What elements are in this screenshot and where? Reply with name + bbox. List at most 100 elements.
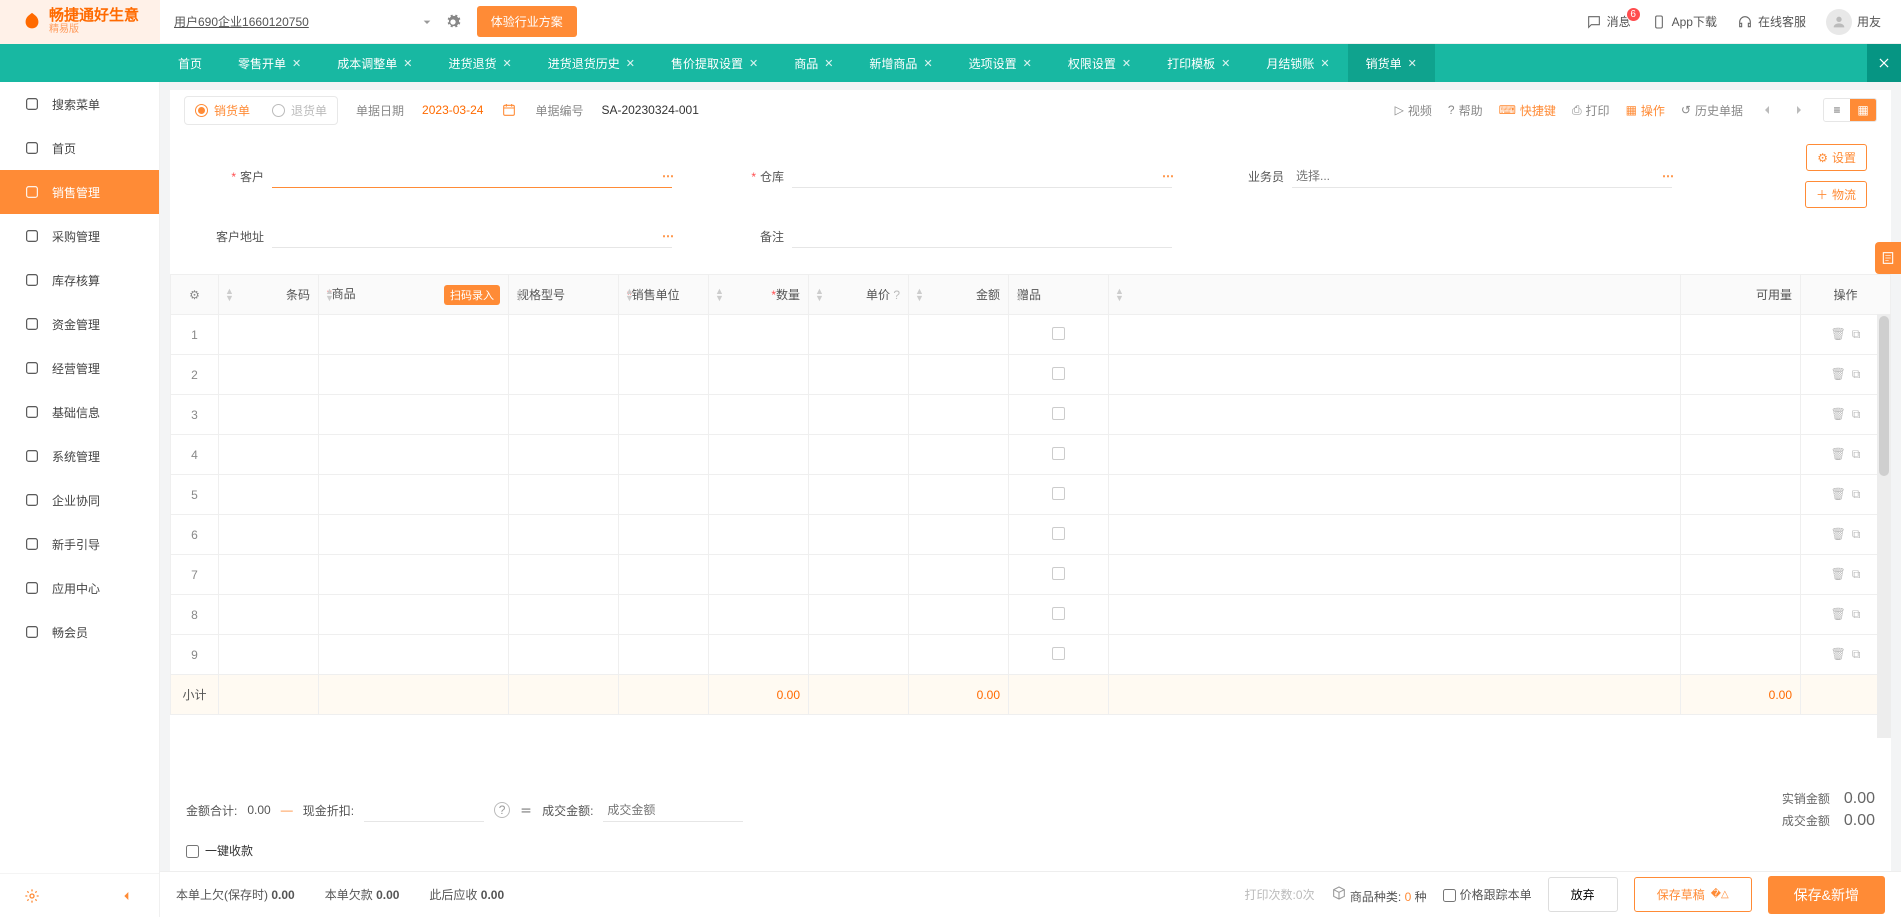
save-new-button[interactable]: 保存&新增: [1768, 876, 1885, 914]
col-qty[interactable]: ▲▼*数量: [709, 275, 809, 315]
user-menu[interactable]: 用友: [1826, 9, 1881, 35]
table-row[interactable]: 9🗑⧉: [171, 635, 1891, 675]
sidebar-item-3[interactable]: 采购管理: [0, 214, 159, 258]
help-icon[interactable]: ?: [494, 802, 510, 818]
addr-picker-icon[interactable]: ⋯: [662, 229, 674, 243]
close-icon[interactable]: ✕: [923, 57, 932, 70]
col-avail[interactable]: 可用量: [1681, 275, 1801, 315]
sidebar-item-8[interactable]: 系统管理: [0, 434, 159, 478]
copy-row-icon[interactable]: ⧉: [1852, 367, 1861, 381]
tab-3[interactable]: 进货退货✕: [430, 44, 529, 82]
close-icon[interactable]: ✕: [292, 57, 301, 70]
sales-input[interactable]: [1292, 164, 1672, 188]
remark-input[interactable]: [792, 224, 1172, 248]
copy-row-icon[interactable]: ⧉: [1852, 647, 1861, 661]
deal-amount-input[interactable]: [603, 798, 743, 822]
addr-input[interactable]: [272, 224, 672, 248]
copy-row-icon[interactable]: ⧉: [1852, 487, 1861, 501]
radio-sale[interactable]: [195, 104, 208, 117]
tab-9[interactable]: 权限设置✕: [1050, 44, 1149, 82]
copy-row-icon[interactable]: ⧉: [1852, 527, 1861, 541]
ops-link[interactable]: ▦ 操作: [1626, 102, 1665, 119]
sidebar-item-5[interactable]: 资金管理: [0, 302, 159, 346]
discard-button[interactable]: 放弃: [1548, 877, 1618, 912]
doc-date-value[interactable]: 2023-03-24: [422, 103, 483, 117]
table-row[interactable]: 1🗑⧉: [171, 315, 1891, 355]
col-amount[interactable]: ▲▼金额: [909, 275, 1009, 315]
video-link[interactable]: ▷ 视频: [1395, 102, 1432, 119]
tab-7[interactable]: 新增商品✕: [851, 44, 950, 82]
col-gear[interactable]: ⚙: [171, 275, 219, 315]
close-icon[interactable]: ✕: [1221, 57, 1230, 70]
gift-checkbox[interactable]: [1052, 487, 1065, 500]
sidebar-item-4[interactable]: 库存核算: [0, 258, 159, 302]
warehouse-picker-icon[interactable]: ⋯: [1162, 169, 1174, 183]
col-unit[interactable]: ▲▼*销售单位: [619, 275, 709, 315]
gear-icon[interactable]: [445, 14, 461, 30]
delete-row-icon[interactable]: 🗑: [1831, 527, 1846, 541]
close-icon[interactable]: ✕: [626, 57, 635, 70]
tab-0[interactable]: 首页: [160, 44, 220, 82]
col-spec[interactable]: ▲▼规格型号: [509, 275, 619, 315]
table-row[interactable]: 5🗑⧉: [171, 475, 1891, 515]
side-drawer-toggle[interactable]: [1875, 242, 1901, 274]
grid-view-icon[interactable]: ▦: [1850, 99, 1876, 121]
close-icon[interactable]: ✕: [1023, 57, 1032, 70]
tab-11[interactable]: 月结锁账✕: [1248, 44, 1347, 82]
sidebar-item-7[interactable]: 基础信息: [0, 390, 159, 434]
logistics-button[interactable]: ＋ 物流: [1805, 181, 1867, 208]
gift-checkbox[interactable]: [1052, 367, 1065, 380]
settings-button[interactable]: ⚙ 设置: [1806, 144, 1867, 171]
table-row[interactable]: 4🗑⧉: [171, 435, 1891, 475]
tab-1[interactable]: 零售开单✕: [220, 44, 319, 82]
support-button[interactable]: 在线客服: [1737, 13, 1806, 30]
sidebar-item-12[interactable]: 畅会员: [0, 610, 159, 654]
gift-checkbox[interactable]: [1052, 327, 1065, 340]
try-industry-button[interactable]: 体验行业方案: [477, 6, 577, 37]
delete-row-icon[interactable]: 🗑: [1831, 647, 1846, 661]
tenant-selector[interactable]: 用户690企业1660120750: [174, 13, 435, 30]
warehouse-input[interactable]: [792, 164, 1172, 188]
copy-row-icon[interactable]: ⧉: [1852, 567, 1861, 581]
tab-12[interactable]: 销货单✕: [1348, 44, 1435, 82]
price-track-checkbox[interactable]: 价格跟踪本单: [1443, 886, 1532, 903]
scan-entry-button[interactable]: 扫码录入: [444, 285, 500, 305]
discount-input[interactable]: [364, 798, 484, 822]
delete-row-icon[interactable]: 🗑: [1831, 607, 1846, 621]
close-icon[interactable]: ✕: [1408, 57, 1417, 70]
gift-checkbox[interactable]: [1052, 447, 1065, 460]
sidebar-item-11[interactable]: 应用中心: [0, 566, 159, 610]
tab-5[interactable]: 售价提取设置✕: [653, 44, 776, 82]
table-row[interactable]: 2🗑⧉: [171, 355, 1891, 395]
table-row[interactable]: 6🗑⧉: [171, 515, 1891, 555]
history-link[interactable]: ↺ 历史单据: [1681, 102, 1743, 119]
delete-row-icon[interactable]: 🗑: [1831, 487, 1846, 501]
col-product[interactable]: ▲▼*商品扫码录入: [319, 275, 509, 315]
one-click-collect[interactable]: 一键收款: [186, 844, 253, 858]
close-icon[interactable]: ✕: [824, 57, 833, 70]
col-barcode[interactable]: ▲▼条码: [219, 275, 319, 315]
copy-row-icon[interactable]: ⧉: [1852, 607, 1861, 621]
col-gift[interactable]: ▲▼赠品: [1009, 275, 1109, 315]
brand-logo[interactable]: 畅捷通好生意 精易版: [0, 0, 160, 44]
delete-row-icon[interactable]: 🗑: [1831, 567, 1846, 581]
delete-row-icon[interactable]: 🗑: [1831, 327, 1846, 341]
messages-button[interactable]: 消息 6: [1586, 13, 1631, 30]
close-icon[interactable]: ✕: [1122, 57, 1131, 70]
app-download-button[interactable]: App下载: [1651, 13, 1717, 30]
gear-icon[interactable]: [24, 888, 40, 904]
close-icon[interactable]: ✕: [503, 57, 512, 70]
gift-checkbox[interactable]: [1052, 607, 1065, 620]
sales-picker-icon[interactable]: ⋯: [1662, 169, 1674, 183]
col-price[interactable]: ▲▼单价 ?: [809, 275, 909, 315]
table-row[interactable]: 3🗑⧉: [171, 395, 1891, 435]
tab-4[interactable]: 进货退货历史✕: [530, 44, 653, 82]
list-view-icon[interactable]: ≡: [1824, 99, 1850, 121]
sidebar-item-0[interactable]: 搜索菜单: [0, 82, 159, 126]
prev-icon[interactable]: [1759, 102, 1775, 118]
close-all-tabs-button[interactable]: [1867, 44, 1901, 82]
close-icon[interactable]: ✕: [1320, 57, 1329, 70]
tab-2[interactable]: 成本调整单✕: [319, 44, 430, 82]
customer-picker-icon[interactable]: ⋯: [662, 169, 674, 183]
sidebar-item-10[interactable]: 新手引导: [0, 522, 159, 566]
